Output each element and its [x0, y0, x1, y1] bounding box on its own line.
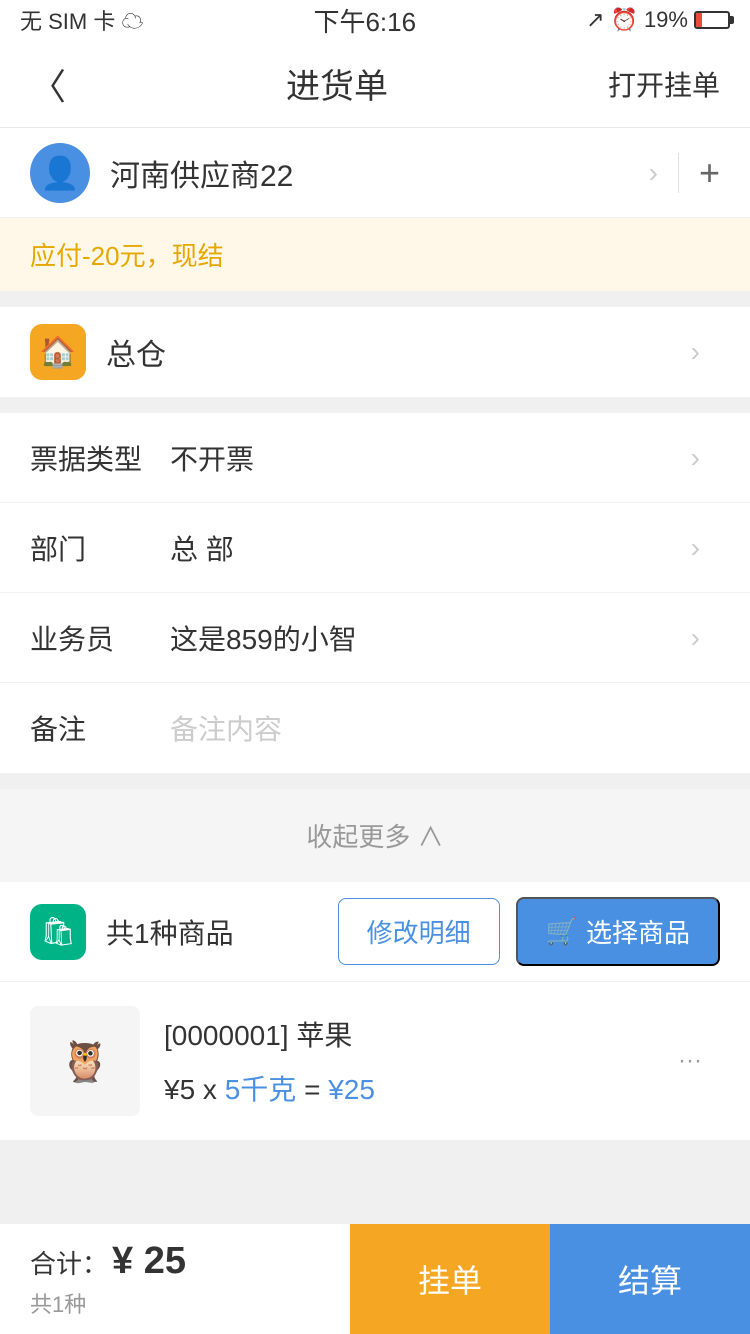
navigation-icon: ↗: [586, 7, 604, 33]
equals: =: [304, 1074, 328, 1105]
salesperson-label: 业务员: [30, 618, 150, 658]
battery-icon: [694, 11, 730, 29]
select-product-button[interactable]: 🛒 选择商品: [516, 897, 720, 966]
owl-logo-icon: 🦉: [60, 1038, 110, 1085]
chevron-right-icon: ›: [691, 622, 700, 654]
vertical-divider: [678, 153, 679, 193]
warehouse-icon-wrap: 🏠: [30, 324, 86, 380]
settle-button[interactable]: 结算: [550, 1224, 750, 1334]
chevron-right-icon: ›: [691, 442, 700, 474]
product-item: 🦉 [0000001] 苹果 ¥5 x 5千克 = ¥25 ···: [0, 982, 750, 1141]
collapse-label: 收起更多 ∧: [306, 822, 443, 852]
more-button[interactable]: ···: [660, 1041, 720, 1081]
warehouse-name: 总仓: [106, 330, 691, 374]
nav-bar: 〈 进货单 打开挂单: [0, 40, 750, 128]
add-supplier-button[interactable]: +: [699, 152, 720, 194]
cart-icon: 🛍: [40, 915, 76, 948]
department-value: 总 部: [150, 528, 691, 568]
salesperson-row[interactable]: 业务员 这是859的小智 ›: [0, 593, 750, 683]
product-price-row: ¥5 x 5千克 = ¥25: [164, 1068, 660, 1108]
status-time: 下午6:16: [313, 2, 416, 39]
quantity: 5千克: [225, 1074, 297, 1105]
open-hang-button[interactable]: 打开挂单: [608, 64, 720, 104]
chevron-right-icon: ›: [649, 157, 658, 189]
product-name: [0000001] 苹果: [164, 1014, 660, 1054]
collapse-bar[interactable]: 收起更多 ∧: [0, 789, 750, 882]
product-info: [0000001] 苹果 ¥5 x 5千克 = ¥25: [164, 1014, 660, 1108]
sim-label: 无 SIM 卡 ☁: [20, 4, 143, 36]
form-section: 票据类型 不开票 › 部门 总 部 › 业务员 这是859的小智 › 备注 备注…: [0, 413, 750, 773]
status-bar: 无 SIM 卡 ☁ 下午6:16 ↗ ⏰ 19%: [0, 0, 750, 40]
notice-bar: 应付-20元，现结: [0, 218, 750, 291]
bottom-bar: 合计： ¥ 25 共1种 挂单 结算: [0, 1224, 750, 1334]
invoice-type-row[interactable]: 票据类型 不开票 ›: [0, 413, 750, 503]
chevron-right-icon: ›: [691, 336, 700, 368]
total-section: 合计： ¥ 25 共1种: [0, 1224, 350, 1334]
product-code: [0000001] 苹果: [164, 1020, 352, 1051]
invoice-type-label: 票据类型: [30, 438, 150, 478]
total-label: 合计：: [30, 1244, 108, 1281]
edit-detail-button[interactable]: 修改明细: [338, 898, 500, 965]
product-count: 共1种商品: [106, 912, 338, 952]
product-icon-wrap: 🛍: [30, 904, 86, 960]
settle-label: 结算: [618, 1256, 682, 1302]
supplier-section: 👤 河南供应商22 › + 应付-20元，现结: [0, 128, 750, 291]
hang-button[interactable]: 挂单: [350, 1224, 550, 1334]
status-right: ↗ ⏰ 19%: [586, 7, 730, 33]
select-product-label: 选择商品: [586, 913, 690, 950]
supplier-row[interactable]: 👤 河南供应商22 › +: [0, 128, 750, 218]
product-header: 🛍 共1种商品 修改明细 🛒 选择商品: [0, 882, 750, 982]
total-count: 共1种: [30, 1287, 320, 1319]
status-left: 无 SIM 卡 ☁: [20, 4, 143, 36]
chevron-right-icon: ›: [691, 532, 700, 564]
supplier-avatar: 👤: [30, 143, 90, 203]
remark-label: 备注: [30, 708, 150, 748]
warehouse-row[interactable]: 🏠 总仓 ›: [0, 307, 750, 397]
department-label: 部门: [30, 528, 150, 568]
remark-row[interactable]: 备注 备注内容: [0, 683, 750, 773]
battery-percent: 19%: [644, 7, 688, 33]
department-row[interactable]: 部门 总 部 ›: [0, 503, 750, 593]
supplier-name: 河南供应商22: [110, 151, 649, 195]
hang-label: 挂单: [418, 1256, 482, 1302]
product-thumbnail: 🦉: [30, 1006, 140, 1116]
page-title: 进货单: [286, 59, 388, 108]
product-section: 🛍 共1种商品 修改明细 🛒 选择商品 🦉 [0000001] 苹果 ¥5 x …: [0, 882, 750, 1141]
alarm-icon: ⏰: [611, 7, 638, 33]
invoice-type-value: 不开票: [150, 438, 691, 478]
unit-price: ¥5 x: [164, 1074, 225, 1105]
salesperson-value: 这是859的小智: [150, 618, 691, 658]
warehouse-icon: 🏠: [39, 335, 76, 370]
total-amount: ¥ 25: [112, 1240, 186, 1283]
person-icon: 👤: [40, 154, 80, 192]
select-product-icon: 🛒: [546, 916, 578, 947]
back-button[interactable]: 〈: [30, 58, 66, 110]
remark-placeholder[interactable]: 备注内容: [150, 708, 720, 748]
notice-text: 应付-20元，现结: [30, 241, 224, 271]
total-price: ¥25: [328, 1074, 375, 1105]
warehouse-section: 🏠 总仓 ›: [0, 307, 750, 397]
